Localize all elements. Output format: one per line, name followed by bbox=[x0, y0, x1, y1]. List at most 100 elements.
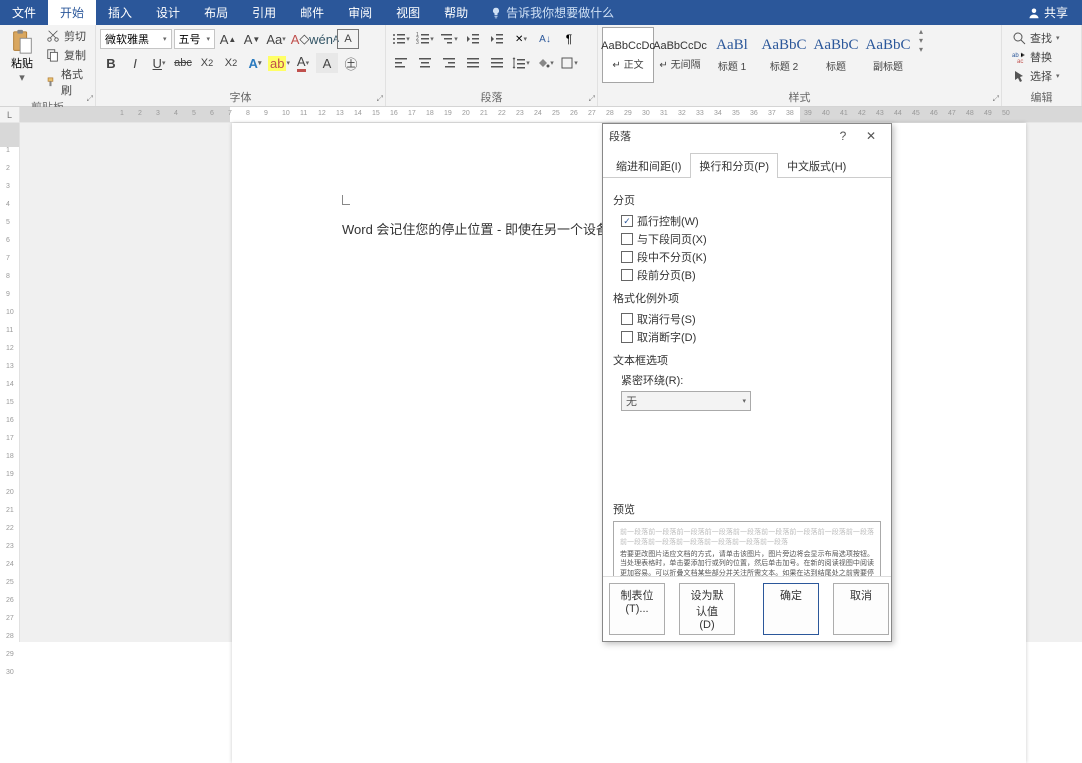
dialog-tab-2[interactable]: 中文版式(H) bbox=[778, 153, 855, 178]
dialog-tab-1[interactable]: 换行和分页(P) bbox=[690, 153, 778, 178]
ruler-corner[interactable]: L bbox=[0, 107, 20, 122]
ok-button[interactable]: 确定 bbox=[763, 583, 819, 635]
tight-wrap-select[interactable]: 无▾ bbox=[621, 391, 751, 411]
styles-launcher-icon[interactable]: ⤢ bbox=[993, 94, 999, 104]
cancel-button[interactable]: 取消 bbox=[833, 583, 889, 635]
subscript-button[interactable]: X2 bbox=[196, 53, 218, 73]
line-spacing-button[interactable]: ▾ bbox=[510, 53, 532, 73]
lightbulb-icon bbox=[490, 7, 502, 19]
clipboard-launcher-icon[interactable]: ⤢ bbox=[87, 94, 93, 104]
dialog-close-button[interactable]: ✕ bbox=[857, 129, 885, 143]
replace-icon: abac bbox=[1012, 50, 1026, 64]
editing-group: 查找▾ abac 替换 选择▾ 编辑 bbox=[1002, 25, 1082, 106]
widow-orphan-checkbox[interactable]: ✓孤行控制(W) bbox=[613, 212, 881, 230]
style-item-0[interactable]: AaBbCcDc↵ 正文 bbox=[602, 27, 654, 83]
find-button[interactable]: 查找▾ bbox=[1006, 29, 1066, 47]
styles-group-label: 样式 bbox=[602, 89, 997, 106]
pagination-section-label: 分页 bbox=[613, 192, 881, 208]
style-item-2[interactable]: AaBl标题 1 bbox=[706, 27, 758, 83]
decrease-indent-button[interactable] bbox=[462, 29, 484, 49]
superscript-button[interactable]: X2 bbox=[220, 53, 242, 73]
clear-formatting-button[interactable]: A◇ bbox=[289, 29, 311, 49]
styles-more-button[interactable]: ▴▾▾ bbox=[914, 27, 928, 54]
style-item-1[interactable]: AaBbCcDc↵ 无间隔 bbox=[654, 27, 706, 83]
font-name-select[interactable]: 微软雅黑▾ bbox=[100, 29, 172, 49]
keep-with-next-checkbox[interactable]: 与下段同页(X) bbox=[613, 230, 881, 248]
align-center-button[interactable] bbox=[414, 53, 436, 73]
font-size-select[interactable]: 五号▾ bbox=[174, 29, 216, 49]
underline-button[interactable]: U▾ bbox=[148, 53, 170, 73]
align-right-button[interactable] bbox=[438, 53, 460, 73]
select-button[interactable]: 选择▾ bbox=[1006, 67, 1066, 85]
paste-button[interactable]: 粘贴 ▾ bbox=[4, 27, 40, 86]
sort-button[interactable]: A↓ bbox=[534, 29, 556, 49]
style-item-3[interactable]: AaBbC标题 2 bbox=[758, 27, 810, 83]
bold-button[interactable]: B bbox=[100, 53, 122, 73]
replace-button[interactable]: abac 替换 bbox=[1006, 48, 1058, 66]
cut-label: 剪切 bbox=[64, 28, 86, 44]
highlight-button[interactable]: ab▾ bbox=[268, 53, 290, 73]
style-item-5[interactable]: AaBbC副标题 bbox=[862, 27, 914, 83]
ribbon-tab-6[interactable]: 邮件 bbox=[288, 0, 336, 25]
change-case-button[interactable]: Aa▾ bbox=[265, 29, 287, 49]
borders-button[interactable]: ▾ bbox=[558, 53, 580, 73]
paste-icon bbox=[10, 29, 34, 55]
cut-button[interactable]: 剪切 bbox=[42, 27, 91, 45]
increase-font-button[interactable]: A▲ bbox=[217, 29, 239, 49]
char-shading-button[interactable]: A bbox=[316, 53, 338, 73]
paragraph-launcher-icon[interactable]: ⤢ bbox=[589, 94, 595, 104]
show-marks-button[interactable]: ¶ bbox=[558, 29, 580, 49]
distribute-button[interactable] bbox=[486, 53, 508, 73]
numbering-button[interactable]: 123▾ bbox=[414, 29, 436, 49]
ribbon-tab-4[interactable]: 布局 bbox=[192, 0, 240, 25]
justify-button[interactable] bbox=[462, 53, 484, 73]
dialog-tab-0[interactable]: 缩进和间距(I) bbox=[607, 153, 690, 178]
asian-layout-button[interactable]: ✕▾ bbox=[510, 29, 532, 49]
format-painter-button[interactable]: 格式刷 bbox=[42, 65, 91, 99]
align-left-icon bbox=[394, 56, 408, 70]
document-canvas[interactable]: Word 会记住您的停止位置 - 即使在另一个设备上。↵ bbox=[20, 123, 1082, 642]
ribbon-tab-9[interactable]: 帮助 bbox=[432, 0, 480, 25]
search-icon bbox=[1012, 31, 1026, 45]
cursor-icon bbox=[1012, 69, 1026, 83]
tell-me[interactable]: 告诉我你想要做什么 bbox=[480, 0, 624, 25]
justify-icon bbox=[466, 56, 480, 70]
no-line-numbers-checkbox[interactable]: 取消行号(S) bbox=[613, 310, 881, 328]
dialog-help-button[interactable]: ? bbox=[829, 129, 857, 143]
ribbon-tab-0[interactable]: 文件 bbox=[0, 0, 48, 25]
char-border-button[interactable]: A bbox=[337, 29, 359, 49]
set-default-button[interactable]: 设为默认值(D) bbox=[679, 583, 735, 635]
ribbon-tab-7[interactable]: 审阅 bbox=[336, 0, 384, 25]
ruler-vertical[interactable]: 1234567891011121314151617181920212223242… bbox=[0, 123, 20, 642]
decrease-font-button[interactable]: A▼ bbox=[241, 29, 263, 49]
strikethrough-button[interactable]: abc bbox=[172, 53, 194, 73]
tabs-button[interactable]: 制表位(T)... bbox=[609, 583, 665, 635]
dialog-body: 分页 ✓孤行控制(W) 与下段同页(X) 段中不分页(K) 段前分页(B) 格式… bbox=[603, 178, 891, 576]
copy-button[interactable]: 复制 bbox=[42, 46, 91, 64]
ribbon-tab-5[interactable]: 引用 bbox=[240, 0, 288, 25]
align-left-button[interactable] bbox=[390, 53, 412, 73]
ribbon-tab-2[interactable]: 插入 bbox=[96, 0, 144, 25]
font-launcher-icon[interactable]: ⤢ bbox=[377, 94, 383, 104]
shading-button[interactable]: ▾ bbox=[534, 53, 556, 73]
dialog-titlebar[interactable]: 段落 ? ✕ bbox=[603, 124, 891, 148]
multilevel-list-button[interactable]: ▾ bbox=[438, 29, 460, 49]
italic-button[interactable]: I bbox=[124, 53, 146, 73]
clipboard-group: 粘贴 ▾ 剪切 复制 格式刷 ⤢ 剪贴板 bbox=[0, 25, 96, 106]
ribbon-tab-1[interactable]: 开始 bbox=[48, 0, 96, 25]
text-effects-button[interactable]: A▾ bbox=[244, 53, 266, 73]
bullets-button[interactable]: ▾ bbox=[390, 29, 412, 49]
keep-together-checkbox[interactable]: 段中不分页(K) bbox=[613, 248, 881, 266]
ribbon-tab-8[interactable]: 视图 bbox=[384, 0, 432, 25]
font-color-button[interactable]: A▾ bbox=[292, 53, 314, 73]
share-button[interactable]: 共享 bbox=[1014, 0, 1082, 25]
ribbon-tab-3[interactable]: 设计 bbox=[144, 0, 192, 25]
ruler-horizontal[interactable]: L 12345678910111213141516171819202122232… bbox=[0, 107, 1082, 123]
enclose-char-button[interactable]: ㊏ bbox=[340, 53, 362, 73]
tell-me-label: 告诉我你想要做什么 bbox=[506, 4, 614, 21]
style-item-4[interactable]: AaBbC标题 bbox=[810, 27, 862, 83]
increase-indent-button[interactable] bbox=[486, 29, 508, 49]
no-hyphenation-checkbox[interactable]: 取消断字(D) bbox=[613, 328, 881, 346]
phonetic-guide-button[interactable]: wénA bbox=[313, 29, 335, 49]
page-break-before-checkbox[interactable]: 段前分页(B) bbox=[613, 266, 881, 284]
